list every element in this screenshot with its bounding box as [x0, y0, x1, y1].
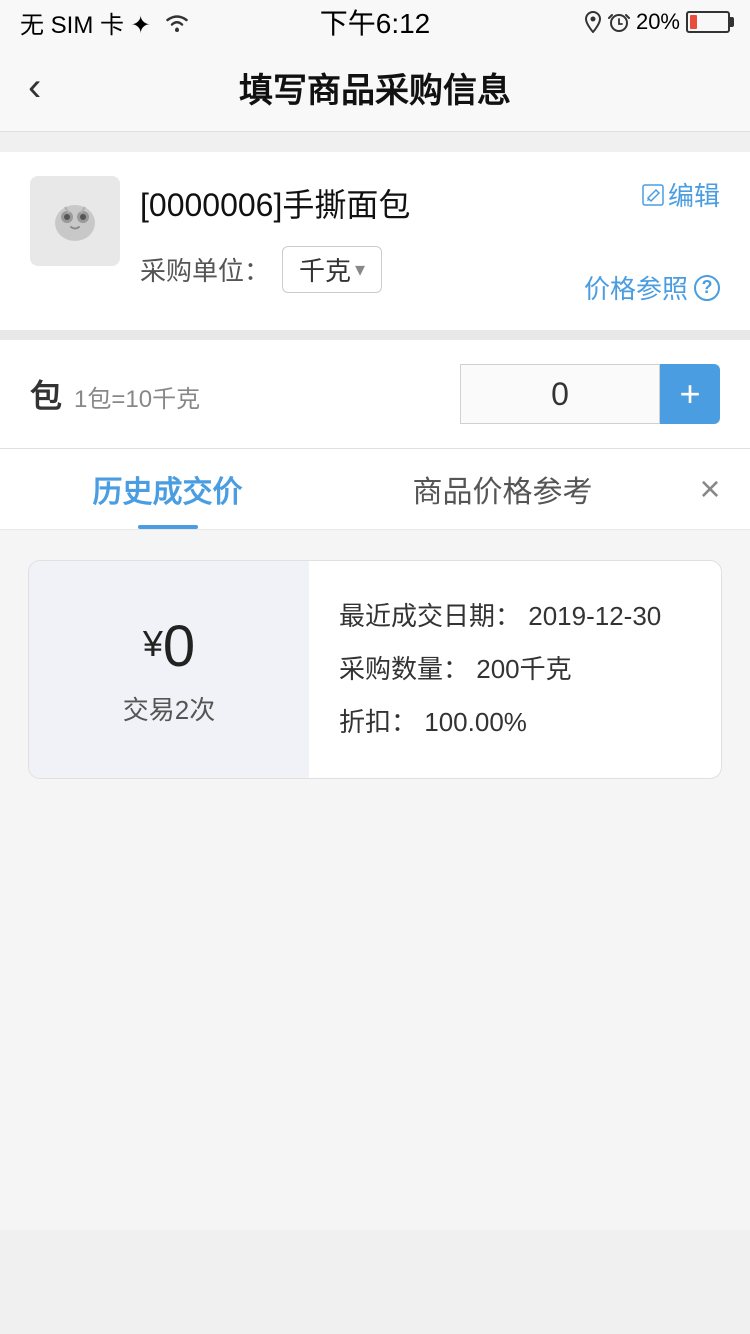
edit-label: 编辑 [668, 176, 720, 213]
tab-price-reference-label: 商品价格参考 [413, 467, 593, 511]
tab-close-button[interactable]: × [670, 449, 750, 529]
plus-icon: + [679, 376, 700, 412]
product-info: [0000006]手撕面包 采购单位： 千克 ▾ [140, 176, 410, 293]
unit-dropdown[interactable]: 千克 ▾ [282, 246, 382, 293]
price-card: ¥ 0 交易2次 最近成交日期： 2019-12-30 采购数量： 200千克 … [28, 560, 722, 779]
edit-button[interactable]: 编辑 [642, 176, 720, 213]
help-icon: ? [694, 275, 720, 301]
quantity-controls: 0 + [460, 364, 720, 424]
price-value: 0 [163, 613, 195, 680]
status-left: 无 SIM 卡 ✦ [20, 5, 191, 40]
product-unit-row: 采购单位： 千克 ▾ [140, 246, 410, 293]
unit-value: 千克 [299, 251, 351, 288]
product-image [30, 176, 120, 266]
price-ref-button[interactable]: 价格参照 ? [584, 269, 720, 306]
product-name: [0000006]手撕面包 [140, 180, 410, 226]
page-title: 填写商品采购信息 [239, 63, 511, 112]
tab-price-reference[interactable]: 商品价格参考 [335, 449, 670, 529]
status-bar: 无 SIM 卡 ✦ 下午6:12 20% [0, 0, 750, 44]
quantity-plus-button[interactable]: + [660, 364, 720, 424]
price-amount: ¥ 0 [143, 613, 195, 680]
battery-percent: 20% [636, 9, 680, 35]
purchase-unit-label: 采购单位： [140, 251, 270, 288]
product-logo [45, 191, 105, 251]
discount-value: 100.00% [424, 707, 527, 737]
quantity-conversion: 1包=10千克 [74, 379, 200, 414]
edit-icon [642, 184, 664, 206]
wifi-icon [163, 11, 191, 33]
price-currency: ¥ [143, 623, 163, 665]
close-icon: × [699, 468, 720, 510]
price-card-right: 最近成交日期： 2019-12-30 采购数量： 200千克 折扣： 100.0… [309, 561, 721, 778]
product-left: [0000006]手撕面包 采购单位： 千克 ▾ [30, 176, 410, 293]
price-transactions: 交易2次 [123, 690, 215, 727]
quantity-row: 包 1包=10千克 0 + [0, 340, 750, 448]
section-divider [0, 330, 750, 340]
discount-label: 折扣： [339, 707, 417, 737]
price-ref-label: 价格参照 [584, 269, 688, 306]
tab-history[interactable]: 历史成交价 [0, 449, 335, 529]
tab-history-label: 历史成交价 [93, 467, 243, 511]
purchase-qty-value: 200千克 [476, 654, 571, 684]
price-card-left: ¥ 0 交易2次 [29, 561, 309, 778]
status-right: 20% [584, 9, 730, 35]
product-top-row: [0000006]手撕面包 采购单位： 千克 ▾ 编辑 [30, 176, 720, 306]
product-right: 编辑 价格参照 ? [584, 176, 720, 306]
quantity-unit: 包 [30, 371, 62, 417]
battery-icon [686, 11, 730, 33]
sim-status: 无 SIM 卡 ✦ [20, 5, 151, 40]
dropdown-arrow-icon: ▾ [355, 257, 365, 282]
alarm-icon [608, 11, 630, 33]
recent-date-label: 最近成交日期： [339, 601, 521, 631]
product-card: [0000006]手撕面包 采购单位： 千克 ▾ 编辑 [0, 152, 750, 330]
location-icon [584, 11, 602, 33]
purchase-qty-label: 采购数量： [339, 654, 469, 684]
battery-fill [690, 15, 697, 29]
recent-date-value: 2019-12-30 [528, 601, 661, 631]
quantity-label: 包 1包=10千克 [30, 371, 200, 417]
status-time: 下午6:12 [320, 2, 431, 42]
tabs-row: 历史成交价 商品价格参考 × [0, 449, 750, 530]
purchase-qty-row: 采购数量： 200千克 [339, 650, 691, 689]
discount-row: 折扣： 100.00% [339, 703, 691, 742]
tab-active-indicator [138, 525, 198, 529]
quantity-input[interactable]: 0 [460, 364, 660, 424]
quantity-value: 0 [551, 376, 569, 413]
recent-date-row: 最近成交日期： 2019-12-30 [339, 597, 691, 636]
header: ‹ 填写商品采购信息 [0, 44, 750, 132]
back-button[interactable]: ‹ [28, 65, 41, 110]
content-area: ¥ 0 交易2次 最近成交日期： 2019-12-30 采购数量： 200千克 … [0, 530, 750, 1230]
